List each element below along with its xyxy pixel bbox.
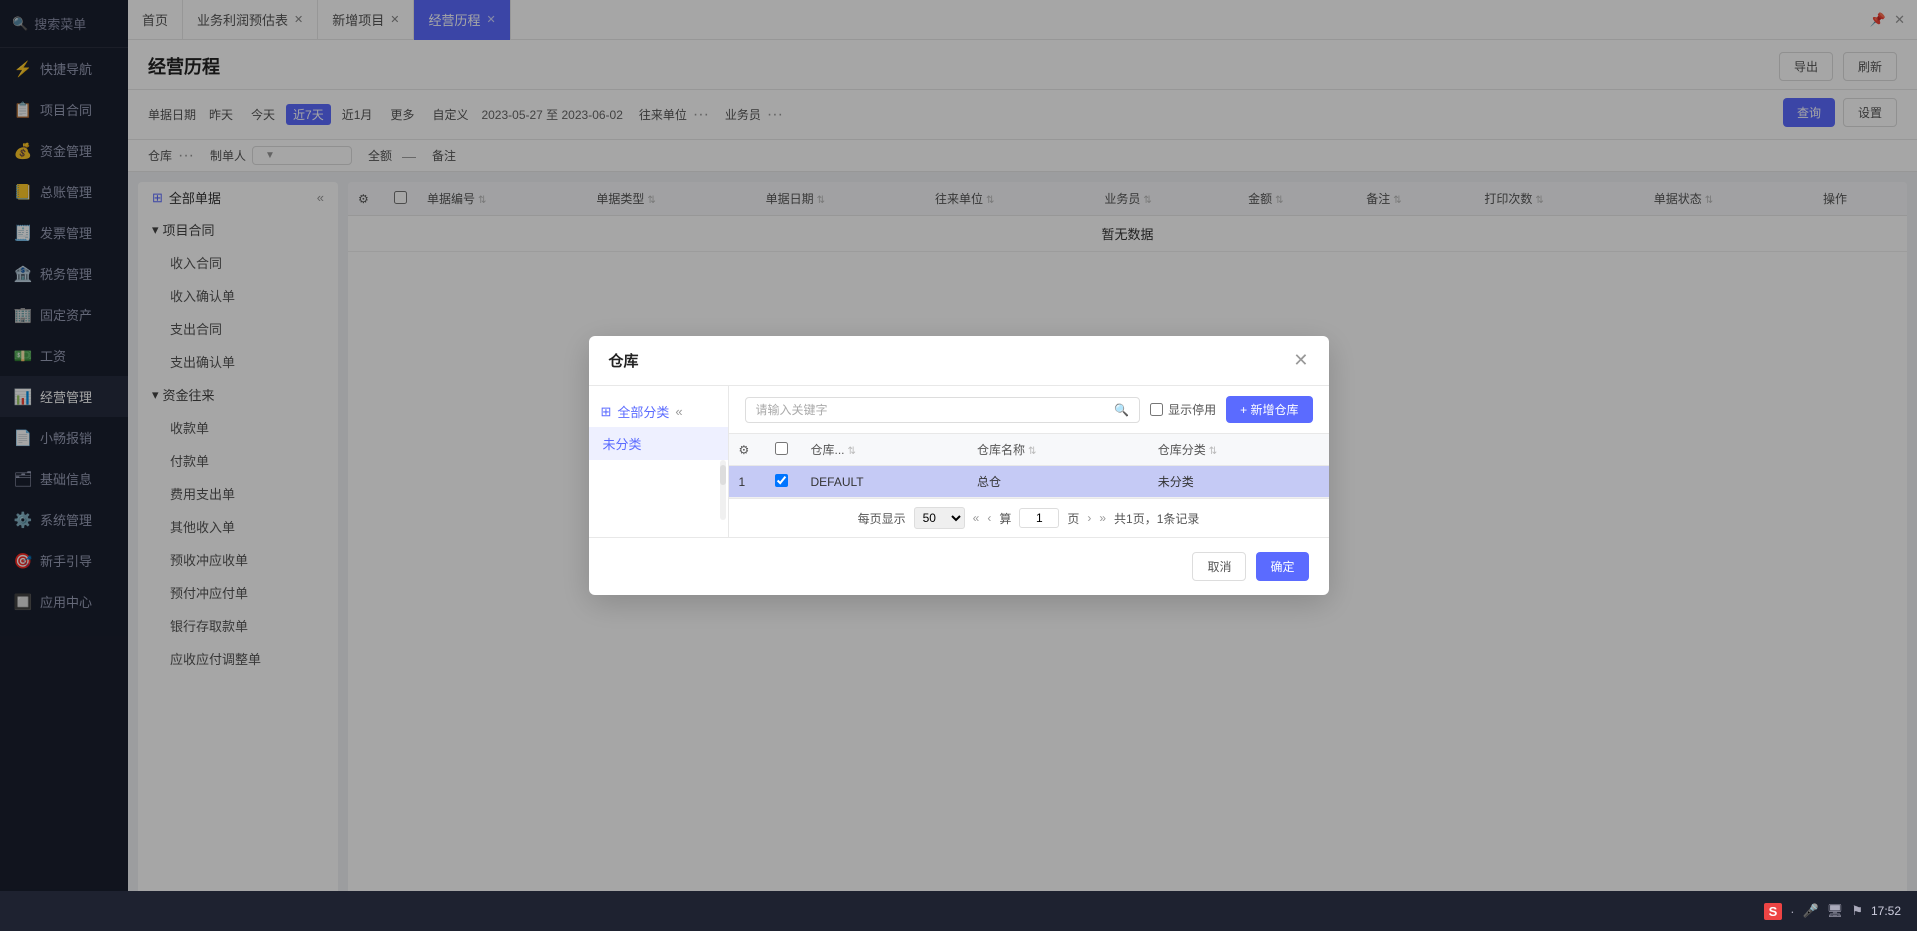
modal-last-page[interactable]: »: [1099, 511, 1106, 525]
taskbar: S · 🎤 🖥 ⚑ 17:52: [0, 891, 1917, 931]
modal-table: ⚙ 仓库...⇅ 仓库名称⇅ 仓库分类⇅ 1 DEFAULT: [729, 434, 1329, 498]
taskbar-screen-icon[interactable]: 🖥: [1827, 903, 1844, 919]
modal-table-body: 1 DEFAULT 总仓 未分类: [729, 466, 1329, 498]
taskbar-flag-icon[interactable]: ⚑: [1851, 903, 1863, 919]
sort-name-icon: ⇅: [1028, 446, 1036, 457]
modal-select-all[interactable]: [775, 442, 788, 455]
modal-first-page[interactable]: «: [973, 511, 980, 525]
modal-sidebar: ⊞ 全部分类 « 未分类: [589, 386, 729, 537]
modal-row-name: 总仓: [967, 466, 1148, 498]
modal-prev-page[interactable]: ‹: [987, 511, 991, 525]
modal-sidebar-scrollbar: [720, 460, 726, 520]
show-disabled-text: 显示停用: [1168, 401, 1216, 418]
modal-main-content: 🔍 显示停用 + 新增仓库 ⚙: [729, 386, 1329, 537]
modal-next-page[interactable]: ›: [1087, 511, 1091, 525]
taskbar-time: 17:52: [1871, 904, 1901, 918]
modal-toolbar: 🔍 显示停用 + 新增仓库: [729, 386, 1329, 434]
sort-category-icon: ⇅: [1209, 446, 1217, 457]
sort-code-icon: ⇅: [848, 446, 856, 457]
modal-pagination: 每页显示 50 100 « ‹ 算 页 › » 共1页，1条记录: [729, 498, 1329, 537]
grid-icon2: ⊞: [601, 404, 612, 420]
modal-table-header: ⚙ 仓库...⇅ 仓库名称⇅ 仓库分类⇅: [729, 434, 1329, 466]
modal-row-checkbox[interactable]: [775, 474, 788, 487]
show-disabled-checkbox[interactable]: [1150, 403, 1163, 416]
modal-page-prefix: 算: [999, 510, 1011, 527]
modal-th-name: 仓库名称⇅: [967, 434, 1148, 466]
modal-actions: 取消 确定: [589, 537, 1329, 595]
modal-sidebar-collapse-icon[interactable]: «: [675, 404, 682, 419]
modal-header: 仓库 ✕: [589, 336, 1329, 386]
modal-sidebar-uncategorized[interactable]: 未分类: [589, 427, 728, 460]
modal-sidebar-all-label: 全部分类: [617, 402, 669, 421]
modal-sidebar-scrollbar-thumb: [720, 465, 726, 485]
modal-row-checkbox-cell: [765, 466, 801, 498]
modal-title: 仓库: [609, 350, 639, 371]
modal-per-page-label: 每页显示: [858, 510, 906, 527]
modal-sidebar-all-header[interactable]: ⊞ 全部分类 «: [589, 396, 728, 427]
modal-page-label: 页: [1067, 510, 1079, 527]
modal-header-row: ⚙ 仓库...⇅ 仓库名称⇅ 仓库分类⇅: [729, 434, 1329, 466]
modal-table-wrap: ⚙ 仓库...⇅ 仓库名称⇅ 仓库分类⇅ 1 DEFAULT: [729, 434, 1329, 498]
modal-th-code: 仓库...⇅: [801, 434, 967, 466]
modal-row-category: 未分类: [1148, 466, 1329, 498]
modal-th-settings: ⚙: [729, 434, 765, 466]
modal-search-icon: 🔍: [1114, 403, 1129, 417]
modal-th-checkbox: [765, 434, 801, 466]
modal-row-num: 1: [729, 466, 765, 498]
taskbar-mic-icon[interactable]: 🎤: [1803, 903, 1819, 919]
modal-overlay: 仓库 ✕ ⊞ 全部分类 « 未分类: [0, 0, 1917, 931]
cancel-button[interactable]: 取消: [1192, 552, 1246, 581]
taskbar-icon-dot: ·: [1790, 904, 1794, 919]
modal-body: ⊞ 全部分类 « 未分类: [589, 386, 1329, 537]
add-warehouse-button[interactable]: + 新增仓库: [1226, 396, 1312, 423]
modal-search-input[interactable]: [756, 403, 1109, 417]
modal-close-button[interactable]: ✕: [1293, 350, 1308, 371]
modal-th-category: 仓库分类⇅: [1148, 434, 1329, 466]
modal-search-box: 🔍: [745, 397, 1141, 423]
modal-per-page-select[interactable]: 50 100: [914, 507, 965, 529]
warehouse-modal: 仓库 ✕ ⊞ 全部分类 « 未分类: [589, 336, 1329, 595]
modal-settings-icon[interactable]: ⚙: [739, 443, 750, 457]
modal-total-label: 共1页，1条记录: [1114, 510, 1199, 527]
taskbar-icon-s: S: [1764, 903, 1783, 920]
modal-uncategorized-label: 未分类: [603, 437, 642, 452]
show-disabled-label[interactable]: 显示停用: [1150, 401, 1216, 418]
modal-page-input[interactable]: [1019, 508, 1059, 528]
confirm-button[interactable]: 确定: [1256, 552, 1308, 581]
modal-table-row[interactable]: 1 DEFAULT 总仓 未分类: [729, 466, 1329, 498]
modal-row-code: DEFAULT: [801, 466, 967, 498]
